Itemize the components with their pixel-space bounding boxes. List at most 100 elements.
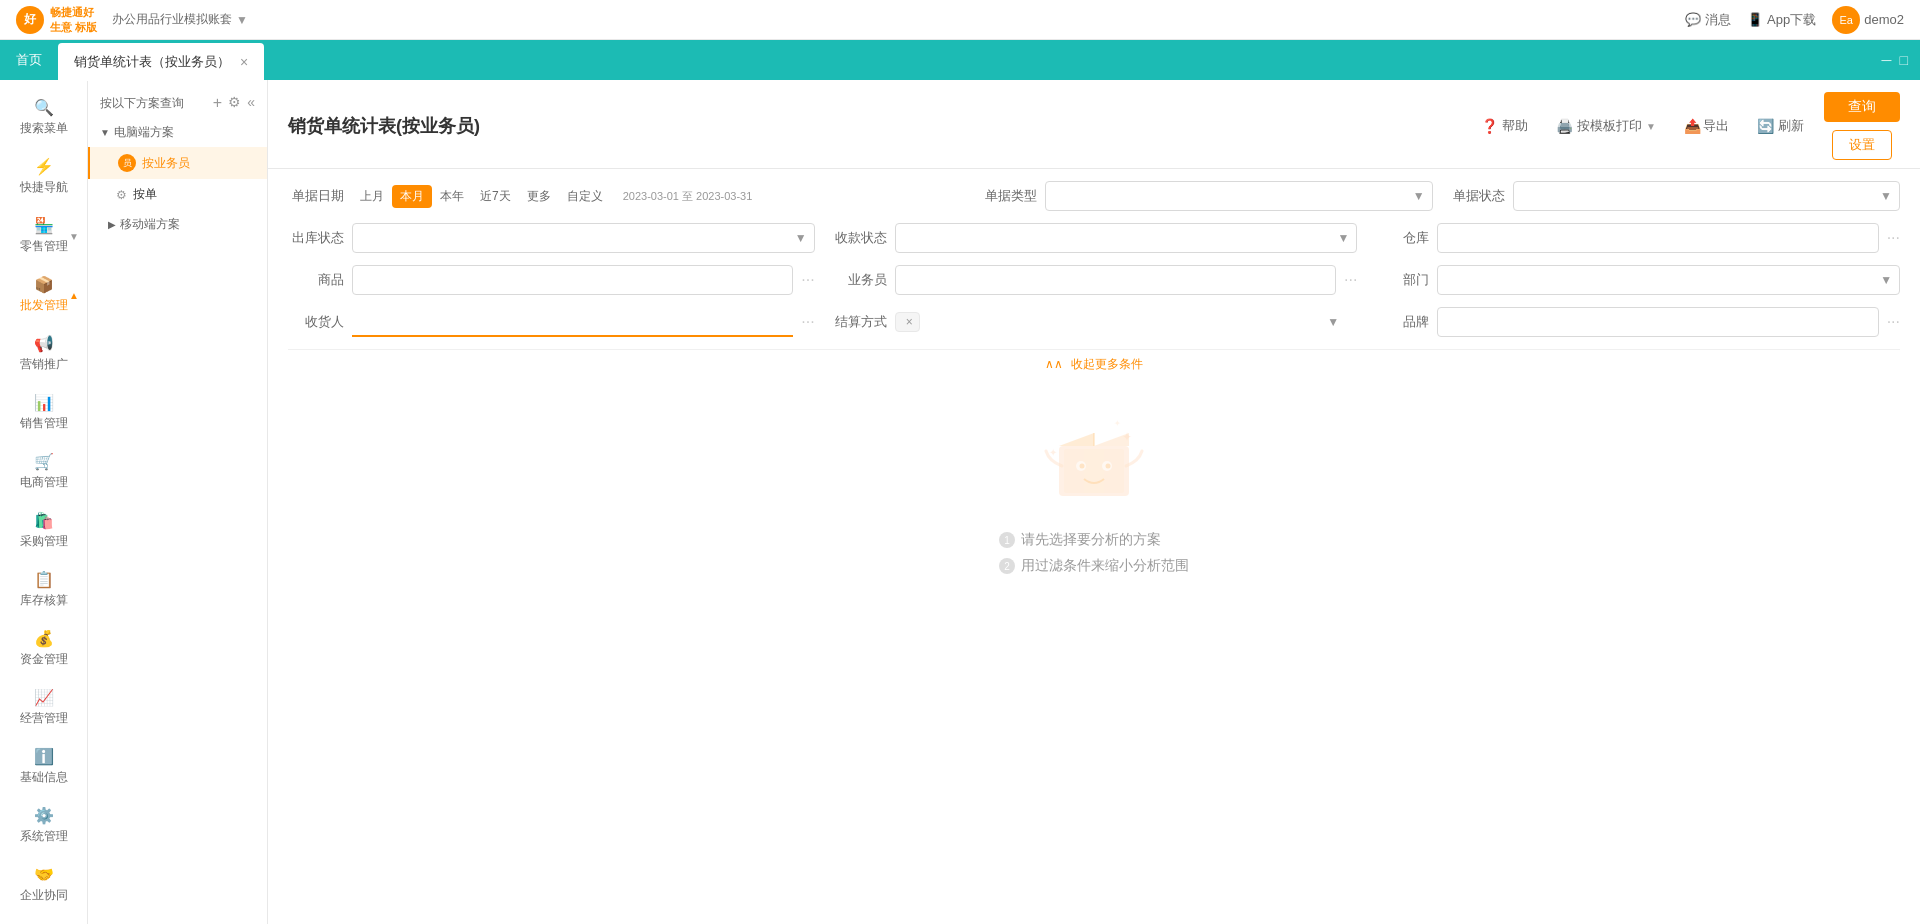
sidebar-item-cooperation[interactable]: 🤝 企业协同 (0, 855, 87, 914)
department-select[interactable] (1437, 265, 1900, 295)
user-area[interactable]: Ea demo2 (1832, 6, 1904, 34)
settlement-tag-close[interactable]: × (906, 315, 913, 329)
sales-icon: 📊 (34, 393, 54, 412)
scheme-add-icon[interactable]: + (213, 94, 222, 112)
doc-type-select[interactable] (1045, 181, 1432, 211)
help-btn[interactable]: ❓ 帮助 (1473, 113, 1536, 139)
sidebar-item-guide[interactable]: 🎯 新手引导 (0, 914, 87, 924)
sidebar-ecommerce-label: 电商管理 (20, 474, 68, 491)
sidebar-item-system[interactable]: ⚙️ 系统管理 (0, 796, 87, 855)
top-header: 好 畅捷通好生意 标版 办公用品行业模拟账套 ▼ 💬 消息 📱 App下载 Ea… (0, 0, 1920, 40)
basic-icon: ℹ️ (34, 747, 54, 766)
sidebar-item-inventory[interactable]: 📋 库存核算 (0, 560, 87, 619)
empty-state-illustration: ✦ ✦ ✦ (1034, 391, 1154, 511)
sidebar-item-search[interactable]: 🔍 搜索菜单 (0, 88, 87, 147)
salesperson-input[interactable] (895, 265, 1336, 295)
print-btn[interactable]: 🖨️ 按模板打印 ▼ (1548, 113, 1664, 139)
scheme-collapse-icon[interactable]: « (247, 94, 255, 112)
date-filter-item: 单据日期 上月 本月 本年 近7天 更多 自定义 2023-03-01 至 20… (288, 185, 965, 208)
query-button[interactable]: 查询 (1824, 92, 1900, 122)
sidebar-cooperation-label: 企业协同 (20, 887, 68, 904)
department-select-wrapper: ▼ (1437, 265, 1900, 295)
scheme-item-by-order[interactable]: ⚙ 按单 (88, 179, 267, 210)
warehouse-filter-item: 仓库 ··· (1373, 223, 1900, 253)
mobile-section-label: 移动端方案 (120, 216, 180, 233)
sidebar-sales-label: 销售管理 (20, 415, 68, 432)
tab-active[interactable]: 销货单统计表（按业务员） × (58, 43, 264, 81)
scheme-settings-icon[interactable]: ⚙ (228, 94, 241, 112)
step-2-text: 用过滤条件来缩小分析范围 (1021, 557, 1189, 575)
sidebar-shortcut-label: 快捷导航 (20, 179, 68, 196)
refresh-btn[interactable]: 🔄 刷新 (1749, 113, 1812, 139)
ecommerce-icon: 🛒 (34, 452, 54, 471)
sidebar-item-ecommerce[interactable]: 🛒 电商管理 (0, 442, 87, 501)
date-7days-btn[interactable]: 近7天 (472, 185, 519, 208)
scheme-desktop-section: ▼ 电脑端方案 员 按业务员 ⚙ 按单 (88, 118, 267, 210)
date-last-month-btn[interactable]: 上月 (352, 185, 392, 208)
brand-input[interactable] (1437, 307, 1878, 337)
receipt-status-select[interactable] (895, 223, 1358, 253)
breadcrumb-dropdown-icon[interactable]: ▼ (236, 13, 248, 27)
page-header: 销货单统计表(按业务员) ❓ 帮助 🖨️ 按模板打印 ▼ 📤 导出 (268, 80, 1920, 169)
sidebar-item-retail[interactable]: 🏪 零售管理 ▼ (0, 206, 87, 265)
sidebar-item-finance[interactable]: 💰 资金管理 (0, 619, 87, 678)
scheme-desktop-title[interactable]: ▼ 电脑端方案 (88, 118, 267, 147)
settlement-value-area: × (895, 312, 1320, 332)
date-this-month-btn[interactable]: 本月 (392, 185, 432, 208)
export-btn[interactable]: 📤 导出 (1676, 113, 1737, 139)
tab-home[interactable]: 首页 (0, 40, 58, 80)
consignee-input[interactable] (352, 307, 793, 337)
collapse-bar[interactable]: ∧∧ 收起更多条件 (288, 349, 1900, 379)
sidebar-item-operations[interactable]: 📈 经营管理 (0, 678, 87, 737)
doc-type-label: 单据类型 (981, 187, 1037, 205)
app-download-btn[interactable]: 📱 App下载 (1747, 11, 1816, 29)
tab-max-icon[interactable]: □ (1900, 52, 1908, 68)
salesperson-filter-item: 业务员 ··· (831, 265, 1358, 295)
help-icon: ❓ (1481, 118, 1498, 134)
sidebar-item-shortcut[interactable]: ⚡ 快捷导航 (0, 147, 87, 206)
print-dropdown-icon[interactable]: ▼ (1646, 121, 1656, 132)
consignee-dots-icon[interactable]: ··· (801, 313, 814, 331)
out-status-select[interactable] (352, 223, 815, 253)
sidebar-item-wholesale[interactable]: 📦 批发管理 ▲ (0, 265, 87, 324)
brand-filter-item: 品牌 ··· (1373, 307, 1900, 337)
tab-home-label: 首页 (16, 51, 42, 69)
warehouse-dots-icon[interactable]: ··· (1887, 229, 1900, 247)
brand-dots-icon[interactable]: ··· (1887, 313, 1900, 331)
brand-label: 品牌 (1373, 313, 1429, 331)
tab-min-icon[interactable]: ─ (1882, 52, 1892, 68)
retail-icon: 🏪 (34, 216, 54, 235)
tab-close-btn[interactable]: × (240, 54, 248, 70)
sidebar-item-basic[interactable]: ℹ️ 基础信息 (0, 737, 87, 796)
cooperation-icon: 🤝 (34, 865, 54, 884)
out-status-label: 出库状态 (288, 229, 344, 247)
header-left: 好 畅捷通好生意 标版 办公用品行业模拟账套 ▼ (16, 5, 248, 34)
out-status-select-wrapper: ▼ (352, 223, 815, 253)
svg-point-8 (1080, 464, 1085, 469)
settlement-chevron-icon[interactable]: ▼ (1327, 315, 1339, 329)
date-this-year-btn[interactable]: 本年 (432, 185, 472, 208)
goods-dots-icon[interactable]: ··· (801, 271, 814, 289)
salesperson-dots-icon[interactable]: ··· (1344, 271, 1357, 289)
sidebar-system-label: 系统管理 (20, 828, 68, 845)
filter-row-2: 出库状态 ▼ 收款状态 ▼ 仓库 (288, 223, 1900, 253)
sidebar-item-purchase[interactable]: 🛍️ 采购管理 (0, 501, 87, 560)
sidebar-item-marketing[interactable]: 📢 营销推广 (0, 324, 87, 383)
sidebar-item-sales[interactable]: 📊 销售管理 (0, 383, 87, 442)
goods-input[interactable] (352, 265, 793, 295)
avatar: Ea (1832, 6, 1860, 34)
warehouse-input[interactable] (1437, 223, 1878, 253)
settings-button[interactable]: 设置 (1832, 130, 1892, 160)
doc-status-select[interactable] (1513, 181, 1900, 211)
scheme-mobile-section[interactable]: ▶ 移动端方案 (88, 210, 267, 239)
date-custom-btn[interactable]: 自定义 (559, 185, 611, 208)
warehouse-label: 仓库 (1373, 229, 1429, 247)
message-btn[interactable]: 💬 消息 (1685, 11, 1731, 29)
purchase-icon: 🛍️ (34, 511, 54, 530)
doc-type-select-wrapper: ▼ (1045, 181, 1432, 211)
scheme-item-by-salesperson[interactable]: 员 按业务员 (88, 147, 267, 179)
doc-status-select-wrapper: ▼ (1513, 181, 1900, 211)
svg-rect-5 (1084, 449, 1104, 493)
svg-text:✦: ✦ (1114, 419, 1121, 428)
date-more-btn[interactable]: 更多 (519, 185, 559, 208)
